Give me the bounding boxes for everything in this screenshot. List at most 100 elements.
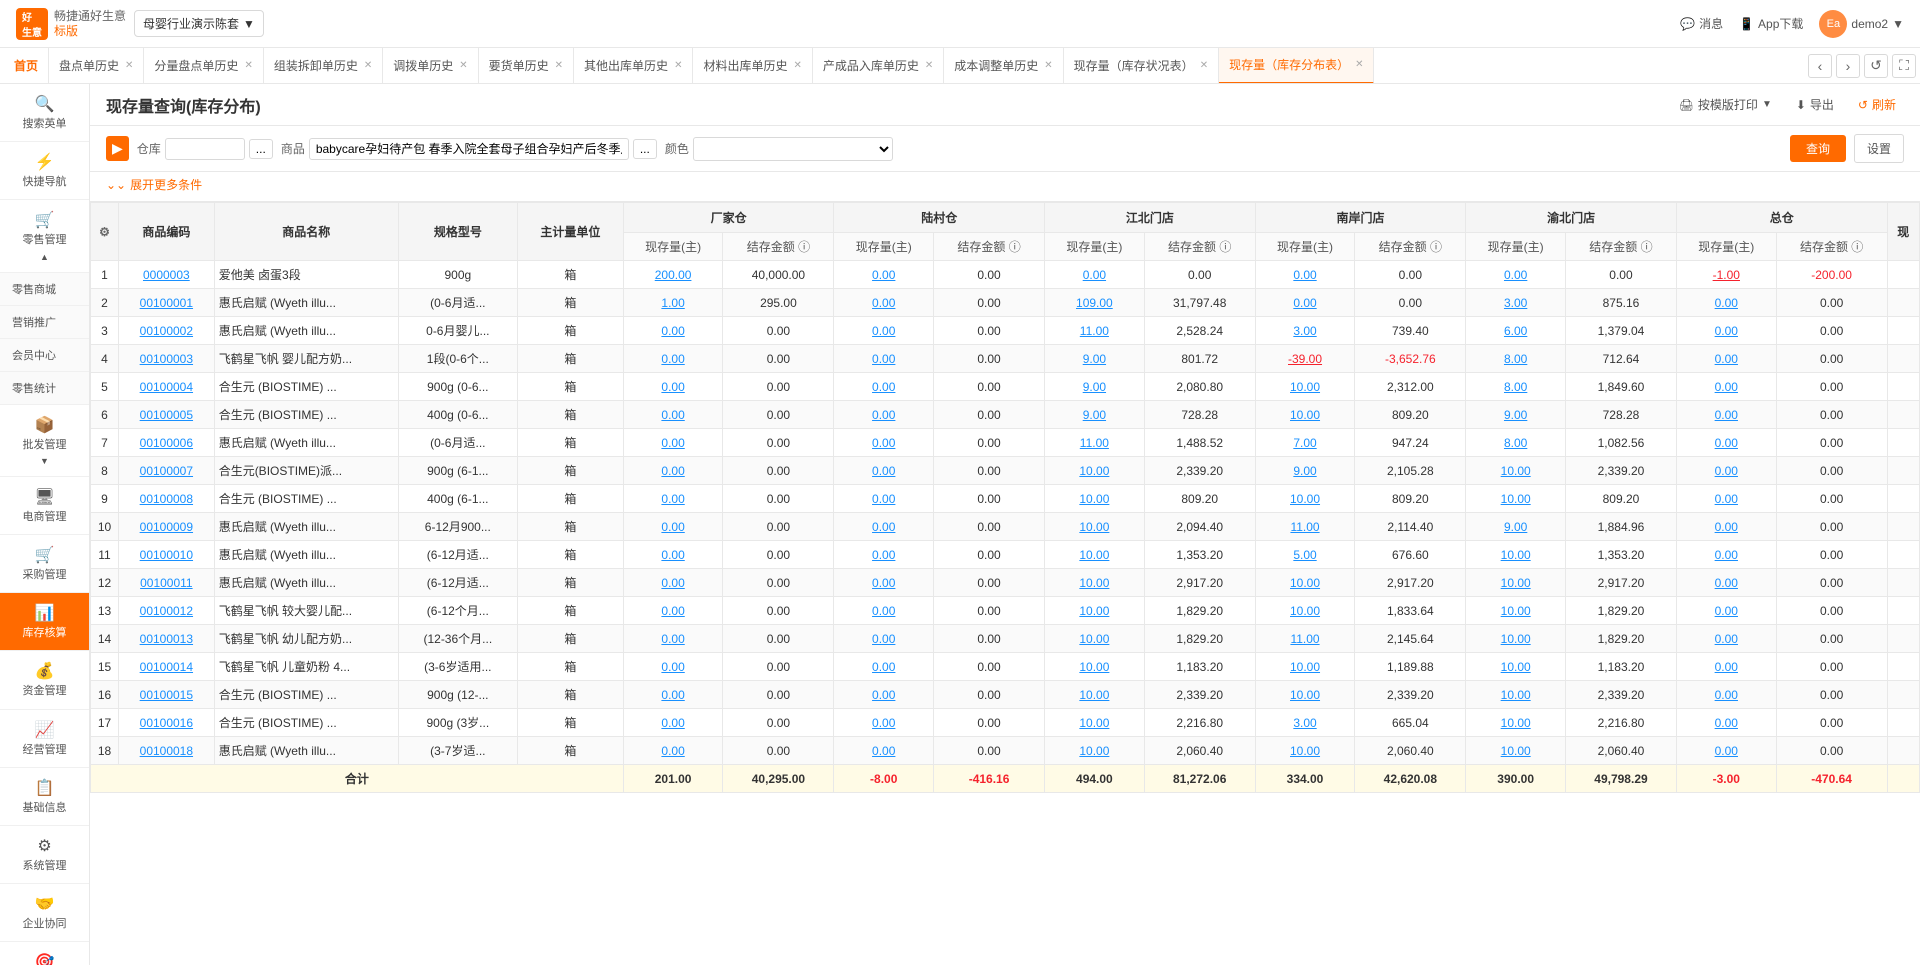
cell-jb-qty[interactable]: 9.00 <box>1045 373 1145 401</box>
sidebar-item-purchase[interactable]: 🛒 采购管理 <box>0 535 89 593</box>
cell-zc-qty[interactable]: 0.00 <box>1676 429 1776 457</box>
cell-zc-qty[interactable]: 0.00 <box>1676 709 1776 737</box>
cell-yb-qty[interactable]: 10.00 <box>1466 625 1566 653</box>
cell-yb-qty[interactable]: 8.00 <box>1466 429 1566 457</box>
cell-fj-qty[interactable]: 0.00 <box>623 625 723 653</box>
cell-lc-qty[interactable]: 0.00 <box>834 653 934 681</box>
filter-toggle-btn[interactable]: ▶ <box>106 136 129 161</box>
tab-close-transfer[interactable]: ✕ <box>459 60 467 71</box>
cell-zc-qty[interactable]: 0.00 <box>1676 289 1776 317</box>
tab-close-requisition[interactable]: ✕ <box>555 60 563 71</box>
company-selector[interactable]: 母婴行业演示陈套 ▼ <box>134 10 264 37</box>
cell-fj-qty[interactable]: 0.00 <box>623 569 723 597</box>
color-select[interactable] <box>693 137 893 161</box>
cell-zc-qty[interactable]: 0.00 <box>1676 513 1776 541</box>
cell-zc-qty[interactable]: 0.00 <box>1676 457 1776 485</box>
tab-stocktake[interactable]: 盘点单历史 ✕ <box>49 48 144 84</box>
tab-other-out[interactable]: 其他出库单历史 ✕ <box>574 48 693 84</box>
refresh-btn[interactable]: ↺ 刷新 <box>1850 92 1904 117</box>
cell-lc-qty[interactable]: 0.00 <box>834 569 934 597</box>
tab-close-other-out[interactable]: ✕ <box>674 60 682 71</box>
sidebar-item-marketing[interactable]: 营销推广 <box>0 306 89 339</box>
tab-material-out[interactable]: 材料出库单历史 ✕ <box>693 48 812 84</box>
cell-jb-qty[interactable]: 10.00 <box>1045 653 1145 681</box>
sidebar-item-system[interactable]: ⚙ 系统管理 <box>0 826 89 884</box>
cell-na-qty[interactable]: 10.00 <box>1255 597 1355 625</box>
cell-na-qty[interactable]: 10.00 <box>1255 737 1355 765</box>
cell-yb-qty[interactable]: 10.00 <box>1466 569 1566 597</box>
cell-code[interactable]: 00100004 <box>119 373 215 401</box>
cell-yb-qty[interactable]: 8.00 <box>1466 373 1566 401</box>
cell-yb-qty[interactable]: 10.00 <box>1466 597 1566 625</box>
cell-na-qty[interactable]: 7.00 <box>1255 429 1355 457</box>
cell-lc-qty[interactable]: 0.00 <box>834 541 934 569</box>
cell-zc-qty[interactable]: 0.00 <box>1676 653 1776 681</box>
settings-col[interactable]: ⚙ <box>91 203 119 261</box>
sidebar-item-quicknav[interactable]: ⚡ 快捷导航 <box>0 142 89 200</box>
cell-fj-qty[interactable]: 0.00 <box>623 345 723 373</box>
cell-fj-qty[interactable]: 0.00 <box>623 681 723 709</box>
cell-lc-qty[interactable]: 0.00 <box>834 625 934 653</box>
cell-fj-qty[interactable]: 0.00 <box>623 737 723 765</box>
cell-lc-qty[interactable]: 0.00 <box>834 373 934 401</box>
product-picker-btn[interactable]: ... <box>633 139 657 159</box>
cell-yb-qty[interactable]: 9.00 <box>1466 513 1566 541</box>
cell-code[interactable]: 00100001 <box>119 289 215 317</box>
cell-na-qty[interactable]: 10.00 <box>1255 653 1355 681</box>
app-download-btn[interactable]: 📱 App下载 <box>1739 15 1803 32</box>
cell-yb-qty[interactable]: 10.00 <box>1466 681 1566 709</box>
cell-jb-qty[interactable]: 10.00 <box>1045 541 1145 569</box>
cell-lc-qty[interactable]: 0.00 <box>834 513 934 541</box>
tab-close-stock-dist[interactable]: ✕ <box>1355 59 1363 70</box>
cell-code[interactable]: 00100003 <box>119 345 215 373</box>
cell-fj-qty[interactable]: 0.00 <box>623 513 723 541</box>
query-btn[interactable]: 查询 <box>1790 135 1846 162</box>
cell-na-qty[interactable]: 10.00 <box>1255 401 1355 429</box>
cell-na-qty[interactable]: 11.00 <box>1255 513 1355 541</box>
cell-na-qty[interactable]: 10.00 <box>1255 569 1355 597</box>
cell-code[interactable]: 00100013 <box>119 625 215 653</box>
tab-refresh-btn[interactable]: ↺ <box>1864 54 1888 78</box>
tab-close-combo-disassemble[interactable]: ✕ <box>364 60 372 71</box>
cell-na-qty[interactable]: 10.00 <box>1255 681 1355 709</box>
cell-jb-qty[interactable]: 9.00 <box>1045 345 1145 373</box>
cell-lc-qty[interactable]: 0.00 <box>834 345 934 373</box>
sidebar-item-wholesale[interactable]: 📦 批发管理 ▼ <box>0 405 89 477</box>
cell-zc-qty[interactable]: 0.00 <box>1676 737 1776 765</box>
cell-jb-qty[interactable]: 11.00 <box>1045 317 1145 345</box>
cell-jb-qty[interactable]: 10.00 <box>1045 737 1145 765</box>
cell-code[interactable]: 00100008 <box>119 485 215 513</box>
cell-zc-qty[interactable]: 0.00 <box>1676 569 1776 597</box>
cell-code[interactable]: 00100012 <box>119 597 215 625</box>
message-btn[interactable]: 💬 消息 <box>1680 15 1723 32</box>
tab-combo-disassemble[interactable]: 组装拆卸单历史 ✕ <box>264 48 383 84</box>
cell-code[interactable]: 00100016 <box>119 709 215 737</box>
cell-jb-qty[interactable]: 10.00 <box>1045 513 1145 541</box>
sidebar-item-newbie[interactable]: 🎯 新手引导 <box>0 942 89 965</box>
print-btn[interactable]: 🖨 按模版打印 ▼ <box>1671 92 1780 117</box>
cell-na-qty[interactable]: 11.00 <box>1255 625 1355 653</box>
cell-jb-qty[interactable]: 9.00 <box>1045 401 1145 429</box>
tab-stock-dist[interactable]: 现存量（库存分布表） ✕ <box>1219 48 1374 84</box>
cell-lc-qty[interactable]: 0.00 <box>834 317 934 345</box>
cell-code[interactable]: 00100011 <box>119 569 215 597</box>
cell-yb-qty[interactable]: 10.00 <box>1466 737 1566 765</box>
cell-na-qty[interactable]: 0.00 <box>1255 289 1355 317</box>
cell-fj-qty[interactable]: 0.00 <box>623 373 723 401</box>
cell-na-qty[interactable]: 10.00 <box>1255 373 1355 401</box>
cell-na-qty[interactable]: 9.00 <box>1255 457 1355 485</box>
cell-lc-qty[interactable]: 0.00 <box>834 457 934 485</box>
tab-branch-stocktake[interactable]: 分量盘点单历史 ✕ <box>144 48 263 84</box>
cell-fj-qty[interactable]: 0.00 <box>623 429 723 457</box>
cell-yb-qty[interactable]: 10.00 <box>1466 541 1566 569</box>
tab-requisition[interactable]: 要货单历史 ✕ <box>479 48 574 84</box>
cell-fj-qty[interactable]: 0.00 <box>623 457 723 485</box>
cell-na-qty[interactable]: 3.00 <box>1255 317 1355 345</box>
cell-code[interactable]: 00100006 <box>119 429 215 457</box>
set-btn[interactable]: 设置 <box>1854 134 1904 163</box>
export-btn[interactable]: ⬇ 导出 <box>1788 92 1842 117</box>
expand-more-btn[interactable]: ⌄⌄ 展开更多条件 <box>106 176 1904 193</box>
warehouse-picker-btn[interactable]: ... <box>249 139 273 159</box>
cell-code[interactable]: 00100007 <box>119 457 215 485</box>
cell-fj-qty[interactable]: 0.00 <box>623 653 723 681</box>
